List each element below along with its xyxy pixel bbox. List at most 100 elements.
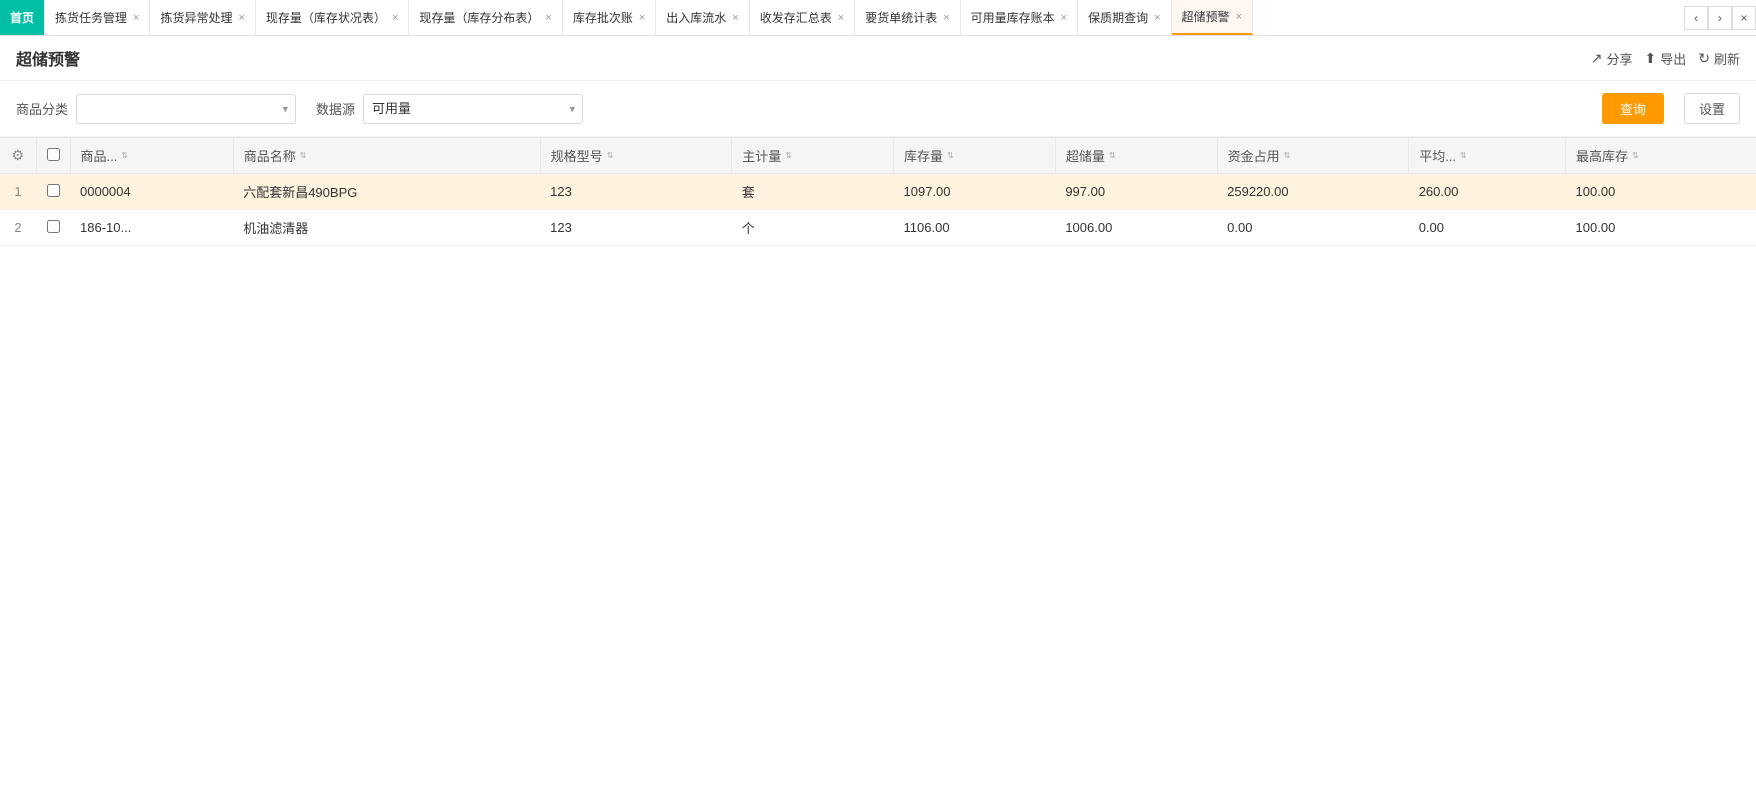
share-button[interactable]: ↗ 分享	[1591, 49, 1633, 68]
row-checkbox-0[interactable]	[47, 184, 60, 197]
nav-tab-tab6[interactable]: 出入库流水 ×	[656, 0, 749, 35]
sort-icon-max-stock: ⇅	[1632, 151, 1639, 160]
tab-label-tab9: 可用量库存账本	[971, 9, 1055, 26]
th-product-name-label: 商品名称	[244, 146, 296, 165]
th-spec-label: 规格型号	[551, 146, 603, 165]
tab-label-tab8: 要货单统计表	[865, 9, 937, 26]
tab-close-tab2[interactable]: ×	[238, 12, 244, 24]
header-actions: ↗ 分享 ⬆ 导出 ↻ 刷新	[1591, 49, 1740, 68]
tab-label-tab10: 保质期查询	[1088, 9, 1148, 26]
row-capital-0: 259220.00	[1217, 174, 1409, 210]
nav-tab-tab5[interactable]: 库存批次账 ×	[563, 0, 656, 35]
tab-label-tab5: 库存批次账	[573, 9, 633, 26]
category-select-wrapper: ▾	[76, 94, 296, 124]
nav-tab-tab11[interactable]: 超储预警 ×	[1172, 0, 1253, 35]
nav-tab-tab9[interactable]: 可用量库存账本 ×	[961, 0, 1078, 35]
refresh-label: 刷新	[1714, 49, 1740, 68]
th-overstock-label: 超储量	[1066, 146, 1105, 165]
th-overstock[interactable]: 超储量 ⇅	[1055, 138, 1217, 174]
nav-arrow-left[interactable]: ‹	[1684, 6, 1708, 30]
th-product-code-label: 商品...	[81, 146, 118, 165]
home-label: 首页	[10, 9, 34, 26]
table-row: 2 186-10... 机油滤清器 123 个 1106.00 1006.00 …	[0, 210, 1756, 246]
th-capital[interactable]: 资金占用 ⇅	[1217, 138, 1409, 174]
main-table: ⚙ 商品... ⇅ 商品名称 ⇅	[0, 137, 1756, 246]
export-icon: ⬆	[1645, 50, 1657, 67]
page-title: 超储预警	[16, 46, 80, 70]
tab-label-tab4: 现存量（库存分布表）	[419, 9, 539, 26]
table-header-row: ⚙ 商品... ⇅ 商品名称 ⇅	[0, 138, 1756, 174]
tab-close-tab10[interactable]: ×	[1154, 12, 1160, 24]
table-row: 1 0000004 六配套新昌490BPG 123 套 1097.00 997.…	[0, 174, 1756, 210]
th-avg[interactable]: 平均... ⇅	[1409, 138, 1566, 174]
th-unit[interactable]: 主计量 ⇅	[732, 138, 894, 174]
settings-button[interactable]: 设置	[1684, 93, 1740, 124]
th-capital-label: 资金占用	[1228, 146, 1280, 165]
nav-tab-tab10[interactable]: 保质期查询 ×	[1078, 0, 1171, 35]
tab-label-tab3: 现存量（库存状况表）	[266, 9, 386, 26]
home-tab[interactable]: 首页	[0, 0, 45, 35]
row-overstock-0: 997.00	[1055, 174, 1217, 210]
share-label: 分享	[1606, 49, 1632, 68]
th-checkbox	[36, 138, 70, 174]
th-stock[interactable]: 库存量 ⇅	[894, 138, 1056, 174]
export-label: 导出	[1660, 49, 1686, 68]
row-spec-0: 123	[540, 174, 732, 210]
tab-close-tab6[interactable]: ×	[732, 12, 738, 24]
th-gear: ⚙	[0, 138, 36, 174]
nav-arrow-right[interactable]: ›	[1708, 6, 1732, 30]
th-product-code[interactable]: 商品... ⇅	[70, 138, 233, 174]
tab-close-tab5[interactable]: ×	[639, 12, 645, 24]
page-header: 超储预警 ↗ 分享 ⬆ 导出 ↻ 刷新	[0, 36, 1756, 81]
sort-icon-unit: ⇅	[785, 151, 792, 160]
tab-label-tab6: 出入库流水	[666, 9, 726, 26]
datasource-label: 数据源	[316, 99, 355, 118]
refresh-button[interactable]: ↻ 刷新	[1698, 49, 1740, 68]
nav-arrow-close[interactable]: ×	[1732, 6, 1756, 30]
tab-close-tab3[interactable]: ×	[392, 12, 398, 24]
tab-label-tab2: 拣货异常处理	[160, 9, 232, 26]
datasource-select[interactable]: 可用量	[363, 94, 583, 124]
th-spec[interactable]: 规格型号 ⇅	[540, 138, 732, 174]
select-all-checkbox[interactable]	[47, 148, 60, 161]
export-button[interactable]: ⬆ 导出	[1645, 49, 1687, 68]
tab-close-tab1[interactable]: ×	[133, 12, 139, 24]
nav-tab-tab4[interactable]: 现存量（库存分布表） ×	[409, 0, 562, 35]
th-max-stock-label: 最高库存	[1576, 146, 1628, 165]
sort-icon-product-name: ⇅	[300, 151, 307, 160]
tab-label-tab11: 超储预警	[1182, 8, 1230, 25]
datasource-filter-group: 数据源 可用量 ▾	[316, 94, 583, 124]
nav-tab-tab2[interactable]: 拣货异常处理 ×	[150, 0, 255, 35]
tab-close-tab7[interactable]: ×	[838, 12, 844, 24]
row-product-code-1: 186-10...	[70, 210, 233, 246]
nav-tab-tab7[interactable]: 收发存汇总表 ×	[750, 0, 855, 35]
query-button[interactable]: 查询	[1602, 93, 1664, 124]
row-avg-1: 0.00	[1409, 210, 1566, 246]
table-body: 1 0000004 六配套新昌490BPG 123 套 1097.00 997.…	[0, 174, 1756, 246]
row-checkbox-1[interactable]	[47, 220, 60, 233]
row-spec-1: 123	[540, 210, 732, 246]
row-product-name-0: 六配套新昌490BPG	[233, 174, 540, 210]
tab-close-tab11[interactable]: ×	[1236, 11, 1242, 23]
nav-tab-tab8[interactable]: 要货单统计表 ×	[855, 0, 960, 35]
row-num-0: 1	[0, 174, 36, 210]
sort-icon-overstock: ⇅	[1109, 151, 1116, 160]
tab-close-tab4[interactable]: ×	[545, 12, 551, 24]
datasource-select-wrapper: 可用量 ▾	[363, 94, 583, 124]
th-product-name[interactable]: 商品名称 ⇅	[233, 138, 540, 174]
table-gear-icon[interactable]: ⚙	[11, 147, 24, 163]
table-container: ⚙ 商品... ⇅ 商品名称 ⇅	[0, 137, 1756, 246]
th-max-stock[interactable]: 最高库存 ⇅	[1566, 138, 1756, 174]
row-avg-0: 260.00	[1409, 174, 1566, 210]
nav-tab-tab3[interactable]: 现存量（库存状况表） ×	[256, 0, 409, 35]
tab-label-tab7: 收发存汇总表	[760, 9, 832, 26]
sort-icon-product-code: ⇅	[121, 151, 128, 160]
nav-tab-tab1[interactable]: 拣货任务管理×	[45, 0, 150, 35]
row-unit-1: 个	[732, 210, 894, 246]
row-max-stock-0: 100.00	[1566, 174, 1756, 210]
row-num-1: 2	[0, 210, 36, 246]
row-capital-1: 0.00	[1217, 210, 1409, 246]
tab-close-tab8[interactable]: ×	[943, 12, 949, 24]
category-select[interactable]	[76, 94, 296, 124]
tab-close-tab9[interactable]: ×	[1061, 12, 1067, 24]
